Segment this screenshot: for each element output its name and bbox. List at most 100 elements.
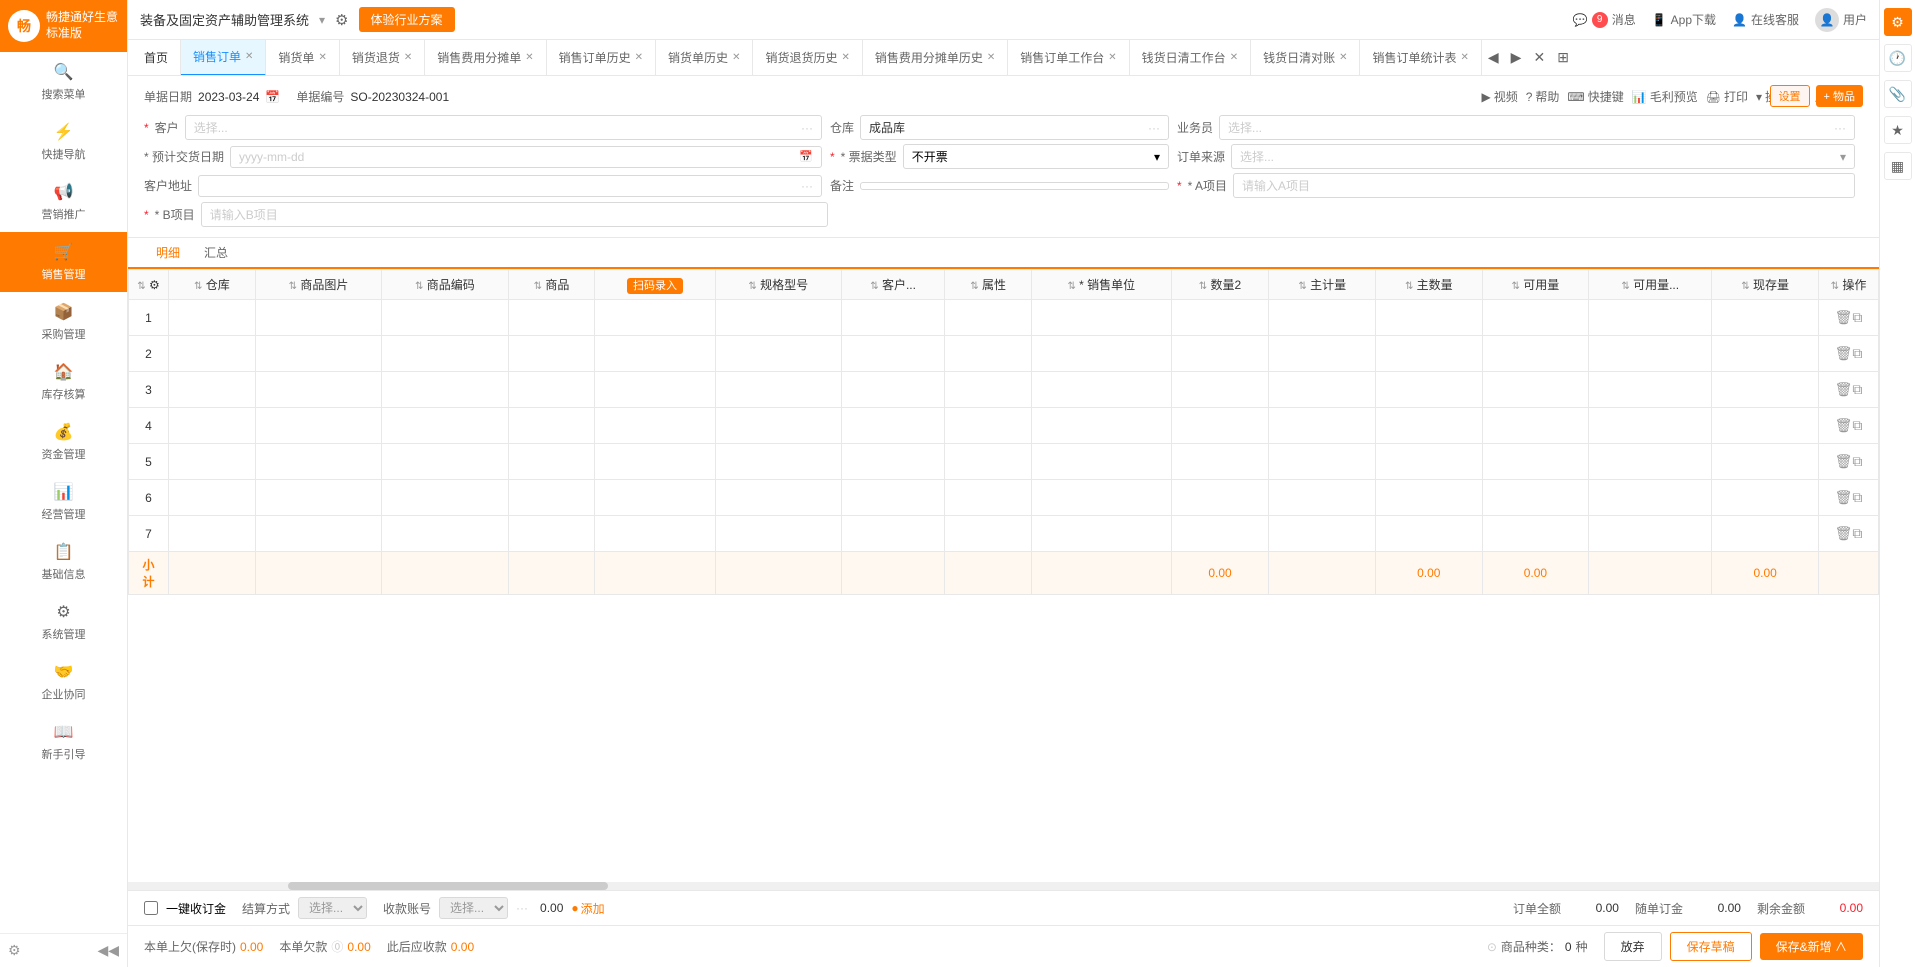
cell-product-row-2[interactable] (508, 336, 595, 372)
cell-product-code-row-1[interactable] (382, 300, 508, 336)
cell-sales-unit-row-4[interactable] (1032, 408, 1172, 444)
cell-qty2-row-5[interactable] (1171, 444, 1269, 480)
tab-close-sales-goods-return-history[interactable]: ✕ (841, 52, 849, 63)
salesperson-input[interactable]: 选择... ··· (1219, 115, 1855, 140)
order-source-input[interactable]: 选择... ▾ (1231, 144, 1855, 169)
discard-btn[interactable]: 放弃 (1604, 932, 1662, 961)
cell-attributes-row-1[interactable] (945, 300, 1032, 336)
sidebar-item-purchase[interactable]: 📦采购管理 (0, 292, 127, 352)
cell-available-row-3[interactable] (1482, 372, 1589, 408)
cell-scan-row-7[interactable] (595, 516, 715, 552)
cell-product-image-row-6[interactable] (255, 480, 381, 516)
action-profit-preview[interactable]: 📊毛利预览 (1632, 88, 1698, 105)
cell-current-stock-row-7[interactable] (1712, 516, 1819, 552)
horizontal-scrollbar[interactable] (128, 882, 1879, 890)
cell-main-unit-row-3[interactable] (1269, 372, 1376, 408)
action-help[interactable]: ?帮助 (1526, 88, 1560, 105)
cell-scan-row-6[interactable] (595, 480, 715, 516)
cell-available-more-row-1[interactable] (1589, 300, 1712, 336)
table-container[interactable]: ⇅ ⚙⇅ 仓库⇅ 商品图片⇅ 商品编码⇅ 商品扫码录入⇅ 规格型号⇅ 客户...… (128, 269, 1879, 882)
cell-main-qty-row-2[interactable] (1376, 336, 1483, 372)
sort-icon-product[interactable]: ⇅ (534, 281, 542, 292)
sort-icon-operations[interactable]: ⇅ (1831, 281, 1839, 292)
cell-customer-code-row-5[interactable] (841, 444, 944, 480)
account-select[interactable]: 选择... (439, 897, 508, 919)
sidebar-item-marketing[interactable]: 📢营销推广 (0, 172, 127, 232)
cell-product-image-row-2[interactable] (255, 336, 381, 372)
cell-product-code-row-6[interactable] (382, 480, 508, 516)
cell-current-stock-row-1[interactable] (1712, 300, 1819, 336)
cell-main-unit-row-6[interactable] (1269, 480, 1376, 516)
cell-available-more-row-6[interactable] (1589, 480, 1712, 516)
cell-main-unit-row-7[interactable] (1269, 516, 1376, 552)
tab-receivable-reconcile[interactable]: 钱货日清对账✕ (1251, 40, 1360, 76)
copy-row-1[interactable]: ⧉ (1852, 309, 1862, 326)
sort-icon-product-image[interactable]: ⇅ (289, 281, 297, 292)
tab-next[interactable]: ▶ (1505, 49, 1528, 66)
cell-main-qty-row-4[interactable] (1376, 408, 1483, 444)
message-btn[interactable]: 💬 9 消息 (1573, 11, 1636, 28)
cell-scan-row-1[interactable] (595, 300, 715, 336)
cell-product-row-3[interactable] (508, 372, 595, 408)
cell-qty2-row-6[interactable] (1171, 480, 1269, 516)
tab-sales-return[interactable]: 销货单✕ (266, 40, 339, 76)
cell-available-row-7[interactable] (1482, 516, 1589, 552)
cell-available-more-row-7[interactable] (1589, 516, 1712, 552)
sort-icon-available[interactable]: ⇅ (1512, 281, 1520, 292)
delete-row-5[interactable]: 🗑 (1835, 453, 1853, 470)
cell-main-qty-row-7[interactable] (1376, 516, 1483, 552)
cell-available-more-row-3[interactable] (1589, 372, 1712, 408)
sidebar-item-search[interactable]: 🔍搜索菜单 (0, 52, 127, 112)
industry-btn[interactable]: 体验行业方案 (359, 7, 455, 32)
copy-row-5[interactable]: ⧉ (1852, 453, 1862, 470)
tab-close-sales-return[interactable]: ✕ (318, 52, 326, 63)
detail-tab-summary[interactable]: 汇总 (192, 238, 240, 267)
cell-available-row-6[interactable] (1482, 480, 1589, 516)
sidebar-settings-icon[interactable]: ⚙ (8, 942, 21, 959)
sort-icon-main-unit[interactable]: ⇅ (1298, 281, 1306, 292)
online-service-btn[interactable]: 👤 在线客服 (1732, 11, 1799, 28)
sort-icon-spec[interactable]: ⇅ (748, 281, 756, 292)
cell-sales-unit-row-7[interactable] (1032, 516, 1172, 552)
cell-main-qty-row-5[interactable] (1376, 444, 1483, 480)
cell-customer-code-row-7[interactable] (841, 516, 944, 552)
cell-attributes-row-4[interactable] (945, 408, 1032, 444)
tab-close-sales-fee-split[interactable]: ✕ (525, 52, 533, 63)
sort-icon-current-stock[interactable]: ⇅ (1741, 281, 1749, 292)
cell-available-row-2[interactable] (1482, 336, 1589, 372)
copy-row-4[interactable]: ⧉ (1852, 417, 1862, 434)
sidebar-item-capital[interactable]: 💰资金管理 (0, 412, 127, 472)
cell-product-code-row-4[interactable] (382, 408, 508, 444)
delete-row-1[interactable]: 🗑 (1835, 309, 1853, 326)
cell-product-image-row-3[interactable] (255, 372, 381, 408)
sidebar-item-inventory[interactable]: 🏠库存核算 (0, 352, 127, 412)
tab-receivable-workbench[interactable]: 钱货日清工作台✕ (1130, 40, 1251, 76)
tab-close-sales-order-workbench[interactable]: ✕ (1108, 52, 1116, 63)
cell-qty2-row-2[interactable] (1171, 336, 1269, 372)
date-value[interactable]: 2023-03-24 (198, 90, 259, 104)
remarks-input[interactable] (860, 182, 1169, 190)
cell-qty2-row-4[interactable] (1171, 408, 1269, 444)
settings-icon[interactable]: ⚙ (335, 11, 348, 29)
cell-current-stock-row-2[interactable] (1712, 336, 1819, 372)
detail-tab-detail[interactable]: 明细 (144, 238, 192, 269)
cell-spec-row-3[interactable] (715, 372, 841, 408)
cell-sales-unit-row-5[interactable] (1032, 444, 1172, 480)
cell-product-code-row-3[interactable] (382, 372, 508, 408)
cell-product-image-row-1[interactable] (255, 300, 381, 336)
cell-available-row-1[interactable] (1482, 300, 1589, 336)
cell-main-unit-row-2[interactable] (1269, 336, 1376, 372)
cell-sales-unit-row-3[interactable] (1032, 372, 1172, 408)
tab-sales-return-history[interactable]: 销货单历史✕ (656, 40, 753, 76)
cell-product-row-1[interactable] (508, 300, 595, 336)
cell-current-stock-row-6[interactable] (1712, 480, 1819, 516)
cell-warehouse-row-3[interactable] (169, 372, 256, 408)
action-view[interactable]: ▶视频 (1481, 88, 1517, 105)
tab-home[interactable]: 首页 (132, 40, 181, 76)
copy-row-2[interactable]: ⧉ (1852, 345, 1862, 362)
cell-warehouse-row-6[interactable] (169, 480, 256, 516)
tab-close-sales-fee-split-history[interactable]: ✕ (987, 52, 995, 63)
delete-row-2[interactable]: 🗑 (1835, 345, 1853, 362)
action-shortcuts[interactable]: ⌨快捷键 (1567, 88, 1623, 105)
cell-sales-unit-row-6[interactable] (1032, 480, 1172, 516)
